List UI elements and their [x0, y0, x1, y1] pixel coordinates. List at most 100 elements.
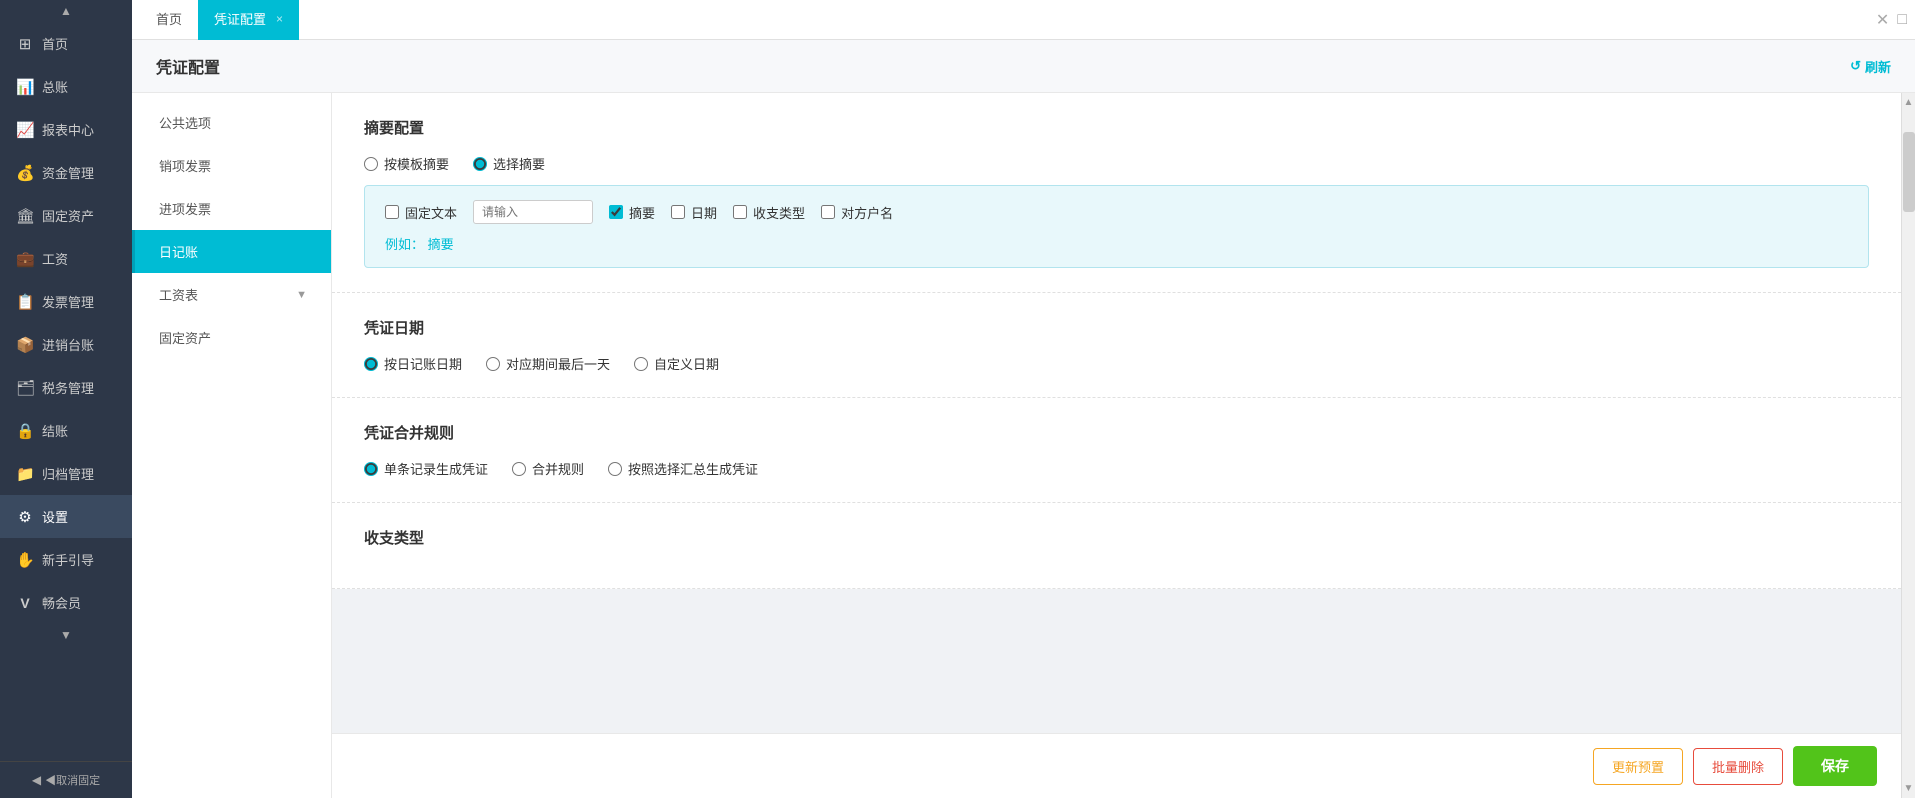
radio-template-summary[interactable]: 按模板摘要	[364, 154, 449, 173]
toggle-icon: ◀	[32, 773, 41, 787]
tax-icon: 🗂	[16, 379, 34, 397]
tab-home[interactable]: 首页	[140, 0, 198, 40]
assets-icon: 🏛	[16, 207, 34, 225]
home-icon: ⊞	[16, 35, 34, 53]
refresh-button[interactable]: ↺ 刷新	[1850, 57, 1891, 76]
left-nav: 公共选项 销项发票 进项发票 日记账 工资表 ▼	[132, 93, 332, 798]
invoices-icon: 📋	[16, 293, 34, 311]
summary-config-section: 摘要配置 按模板摘要 选择摘要	[332, 93, 1901, 293]
sidebar: ▲ ⊞ 首页 📊 总账 📈 报表中心 💰 资金管理 🏛 固定资产 💼 工资 📋 …	[0, 0, 132, 798]
update-preview-button[interactable]: 更新预置	[1593, 748, 1683, 785]
sidebar-item-vip[interactable]: V 畅会员	[0, 581, 132, 624]
fixed-text-checkbox[interactable]	[385, 205, 399, 219]
merge-rules-section: 凭证合并规则 单条记录生成凭证 合并规则	[332, 398, 1901, 503]
sidebar-item-assets[interactable]: 🏛 固定资产	[0, 194, 132, 237]
summary-config-title: 摘要配置	[364, 117, 1869, 138]
left-nav-sales-invoice[interactable]: 销项发票	[132, 144, 331, 187]
sidebar-item-archive[interactable]: 📁 归档管理	[0, 452, 132, 495]
left-nav-purchase-invoice[interactable]: 进项发票	[132, 187, 331, 230]
content-area: 凭证配置 ↺ 刷新 公共选项 销项发票 进项发票	[132, 40, 1915, 798]
radio-merge-rule-input[interactable]	[512, 462, 526, 476]
radio-template-input[interactable]	[364, 157, 378, 171]
vip-icon: V	[16, 595, 34, 611]
counterpart-checkbox[interactable]	[821, 205, 835, 219]
checkbox-income-type[interactable]: 收支类型	[733, 203, 805, 222]
date-checkbox[interactable]	[671, 205, 685, 219]
voucher-date-radio-group: 按日记账日期 对应期间最后一天 自定义日期	[364, 354, 1869, 373]
sidebar-item-home[interactable]: ⊞ 首页	[0, 22, 132, 65]
sidebar-item-reports[interactable]: 📈 报表中心	[0, 108, 132, 151]
radio-custom-date-input[interactable]	[634, 357, 648, 371]
tab-bar-right: ✕ □	[1876, 10, 1907, 30]
sidebar-toggle-button[interactable]: ◀ ◀取消固定	[0, 762, 132, 798]
sidebar-item-invoices[interactable]: 📋 发票管理	[0, 280, 132, 323]
left-nav-payroll-table[interactable]: 工资表 ▼	[132, 273, 331, 316]
sidebar-bottom: ◀ ◀取消固定	[0, 761, 132, 798]
voucher-date-title: 凭证日期	[364, 317, 1869, 338]
merge-rules-radio-group: 单条记录生成凭证 合并规则 按照选择汇总生成凭证	[364, 459, 1869, 478]
example-text: 例如： 摘要	[385, 234, 1848, 253]
radio-single-record-input[interactable]	[364, 462, 378, 476]
batch-delete-button[interactable]: 批量删除	[1693, 748, 1783, 785]
radio-select-summary-input[interactable]	[608, 462, 622, 476]
bottom-bar: 更新预置 批量删除 保存	[332, 733, 1901, 798]
funds-icon: 💰	[16, 164, 34, 182]
scroll-up-arrow[interactable]: ▲	[1900, 93, 1915, 112]
window-close-icon[interactable]: ✕	[1876, 10, 1889, 30]
refresh-icon: ↺	[1850, 58, 1861, 74]
income-type-title: 收支类型	[364, 527, 1869, 548]
radio-custom-date[interactable]: 自定义日期	[634, 354, 719, 373]
close-book-icon: 🔒	[16, 422, 34, 440]
tab-bar: 首页 凭证配置 × ✕ □	[132, 0, 1915, 40]
voucher-date-section: 凭证日期 按日记账日期 对应期间最后一天	[332, 293, 1901, 398]
page-header: 凭证配置 ↺ 刷新	[132, 40, 1915, 93]
sidebar-scroll-down[interactable]: ▼	[0, 624, 132, 646]
radio-select-input[interactable]	[473, 157, 487, 171]
radio-select-summary[interactable]: 选择摘要	[473, 154, 545, 173]
sidebar-item-funds[interactable]: 💰 资金管理	[0, 151, 132, 194]
summary-config-box: 固定文本 摘要 日期	[364, 185, 1869, 268]
settings-icon: ⚙	[16, 508, 34, 526]
sidebar-scroll-up[interactable]: ▲	[0, 0, 132, 22]
radio-merge-rule[interactable]: 合并规则	[512, 459, 584, 478]
radio-single-record[interactable]: 单条记录生成凭证	[364, 459, 488, 478]
main-area: 首页 凭证配置 × ✕ □ 凭证配置 ↺ 刷新	[132, 0, 1915, 798]
checkbox-date[interactable]: 日期	[671, 203, 717, 222]
sidebar-item-settings[interactable]: ⚙ 设置	[0, 495, 132, 538]
summary-checkboxes: 固定文本 摘要 日期	[385, 200, 1848, 224]
radio-last-day[interactable]: 对应期间最后一天	[486, 354, 610, 373]
tab-voucher-config[interactable]: 凭证配置 ×	[198, 0, 299, 40]
checkbox-summary[interactable]: 摘要	[609, 203, 655, 222]
scroll-down-arrow[interactable]: ▼	[1900, 779, 1915, 798]
summary-radio-group: 按模板摘要 选择摘要	[364, 154, 1869, 173]
income-type-checkbox[interactable]	[733, 205, 747, 219]
sidebar-item-ledger[interactable]: 📊 总账	[0, 65, 132, 108]
sidebar-item-purchase[interactable]: 📦 进销台账	[0, 323, 132, 366]
income-type-section: 收支类型	[332, 503, 1901, 589]
page-title: 凭证配置	[156, 54, 220, 78]
save-button[interactable]: 保存	[1793, 746, 1877, 786]
window-maximize-icon[interactable]: □	[1897, 11, 1907, 29]
left-nav-fixed-assets[interactable]: 固定资产	[132, 316, 331, 359]
checkbox-fixed-text[interactable]: 固定文本	[385, 203, 457, 222]
left-nav-journal[interactable]: 日记账	[132, 230, 331, 273]
sidebar-item-close[interactable]: 🔒 结账	[0, 409, 132, 452]
checkbox-counterpart[interactable]: 对方户名	[821, 203, 893, 222]
summary-checkbox[interactable]	[609, 205, 623, 219]
payroll-icon: 💼	[16, 250, 34, 268]
sidebar-item-payroll[interactable]: 💼 工资	[0, 237, 132, 280]
archive-icon: 📁	[16, 465, 34, 483]
right-scroll-area[interactable]: 摘要配置 按模板摘要 选择摘要	[332, 93, 1901, 733]
merge-rules-title: 凭证合并规则	[364, 422, 1869, 443]
sidebar-item-guide[interactable]: ✋ 新手引导	[0, 538, 132, 581]
radio-journal-date-input[interactable]	[364, 357, 378, 371]
tab-close-button[interactable]: ×	[276, 12, 283, 26]
purchase-icon: 📦	[16, 336, 34, 354]
left-nav-public[interactable]: 公共选项	[132, 101, 331, 144]
scrollbar-thumb[interactable]	[1903, 132, 1915, 212]
radio-select-summary-merge[interactable]: 按照选择汇总生成凭证	[608, 459, 758, 478]
sidebar-item-tax[interactable]: 🗂 税务管理	[0, 366, 132, 409]
radio-last-day-input[interactable]	[486, 357, 500, 371]
fixed-text-input[interactable]	[473, 200, 593, 224]
radio-by-journal-date[interactable]: 按日记账日期	[364, 354, 462, 373]
